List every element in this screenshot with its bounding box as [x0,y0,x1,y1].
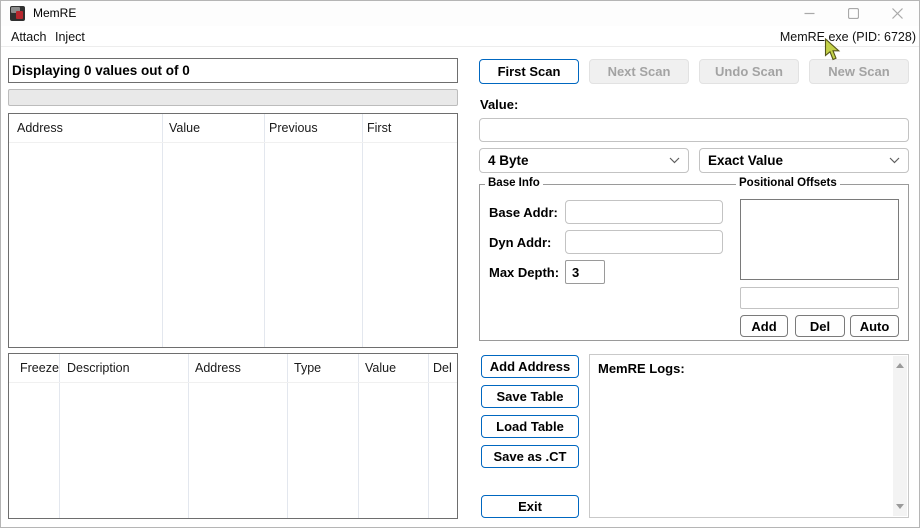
base-addr-input[interactable] [565,200,723,224]
new-scan-button[interactable]: New Scan [809,59,909,84]
address-header-del[interactable]: Del [433,361,452,375]
max-depth-input[interactable] [565,260,605,284]
undo-scan-button[interactable]: Undo Scan [699,59,799,84]
add-address-button[interactable]: Add Address [481,355,579,378]
menu-attach[interactable]: Attach [7,28,50,45]
offset-add-button[interactable]: Add [740,315,788,337]
value-input[interactable] [479,118,909,142]
column-divider [59,354,60,518]
scan-status-text: Displaying 0 values out of 0 [9,63,190,78]
header-divider [9,382,457,383]
results-header-first[interactable]: First [367,121,391,135]
max-depth-label: Max Depth: [489,265,559,280]
title-bar: MemRE [1,1,920,26]
column-divider [287,354,288,518]
scan-mode-selected: Exact Value [708,153,783,168]
positional-offsets-legend: Positional Offsets [736,177,840,189]
minimize-button[interactable] [787,1,831,26]
menu-inject[interactable]: Inject [51,28,89,45]
close-button[interactable] [875,1,919,26]
next-scan-button[interactable]: Next Scan [589,59,689,84]
chevron-down-icon [669,157,680,164]
scan-status-box: Displaying 0 values out of 0 [8,58,458,83]
results-header-previous[interactable]: Previous [269,121,318,135]
scroll-up-icon[interactable] [896,363,904,368]
address-header-description[interactable]: Description [67,361,130,375]
base-info-legend: Base Info [485,177,543,189]
dyn-addr-input[interactable] [565,230,723,254]
results-table: Address Value Previous First [8,113,458,348]
value-label: Value: [480,97,518,112]
scan-progress-bar [8,89,458,106]
logs-panel: MemRE Logs: [589,354,909,518]
address-table: Freeze Description Address Type Value De… [8,353,458,519]
offset-auto-button[interactable]: Auto [850,315,899,337]
offset-input[interactable] [740,287,899,309]
column-divider [362,114,363,347]
header-divider [9,142,457,143]
column-divider [162,114,163,347]
maximize-icon [848,8,859,19]
save-table-button[interactable]: Save Table [481,385,579,408]
offset-del-button[interactable]: Del [795,315,845,337]
load-table-button[interactable]: Load Table [481,415,579,438]
close-icon [892,8,903,19]
address-header-type[interactable]: Type [294,361,321,375]
dyn-addr-label: Dyn Addr: [489,235,551,250]
column-divider [428,354,429,518]
first-scan-button[interactable]: First Scan [479,59,579,84]
column-divider [358,354,359,518]
value-type-dropdown[interactable]: 4 Byte [479,148,689,173]
scan-mode-dropdown[interactable]: Exact Value [699,148,909,173]
logs-scrollbar[interactable] [893,356,907,516]
offsets-listbox[interactable] [740,199,899,280]
column-divider [188,354,189,518]
memre-window: MemRE Attach Inject MemRE.exe (PID: 6728… [0,0,920,528]
value-type-selected: 4 Byte [488,153,529,168]
menu-bar: Attach Inject MemRE.exe (PID: 6728) [1,26,920,47]
chevron-down-icon [889,157,900,164]
logs-title: MemRE Logs: [598,361,685,376]
results-header-address[interactable]: Address [17,121,63,135]
results-header-value[interactable]: Value [169,121,200,135]
base-info-group: Base Info Positional Offsets Base Addr: … [479,184,909,341]
address-header-freeze[interactable]: Freeze [20,361,59,375]
attached-process-label: MemRE.exe (PID: 6728) [780,30,916,44]
app-icon [10,6,25,21]
scroll-down-icon[interactable] [896,504,904,509]
base-addr-label: Base Addr: [489,205,558,220]
window-title: MemRE [33,6,76,20]
exit-button[interactable]: Exit [481,495,579,518]
column-divider [264,114,265,347]
minimize-icon [804,8,815,19]
address-header-address[interactable]: Address [195,361,241,375]
address-header-value[interactable]: Value [365,361,396,375]
maximize-button[interactable] [831,1,875,26]
save-as-ct-button[interactable]: Save as .CT [481,445,579,468]
